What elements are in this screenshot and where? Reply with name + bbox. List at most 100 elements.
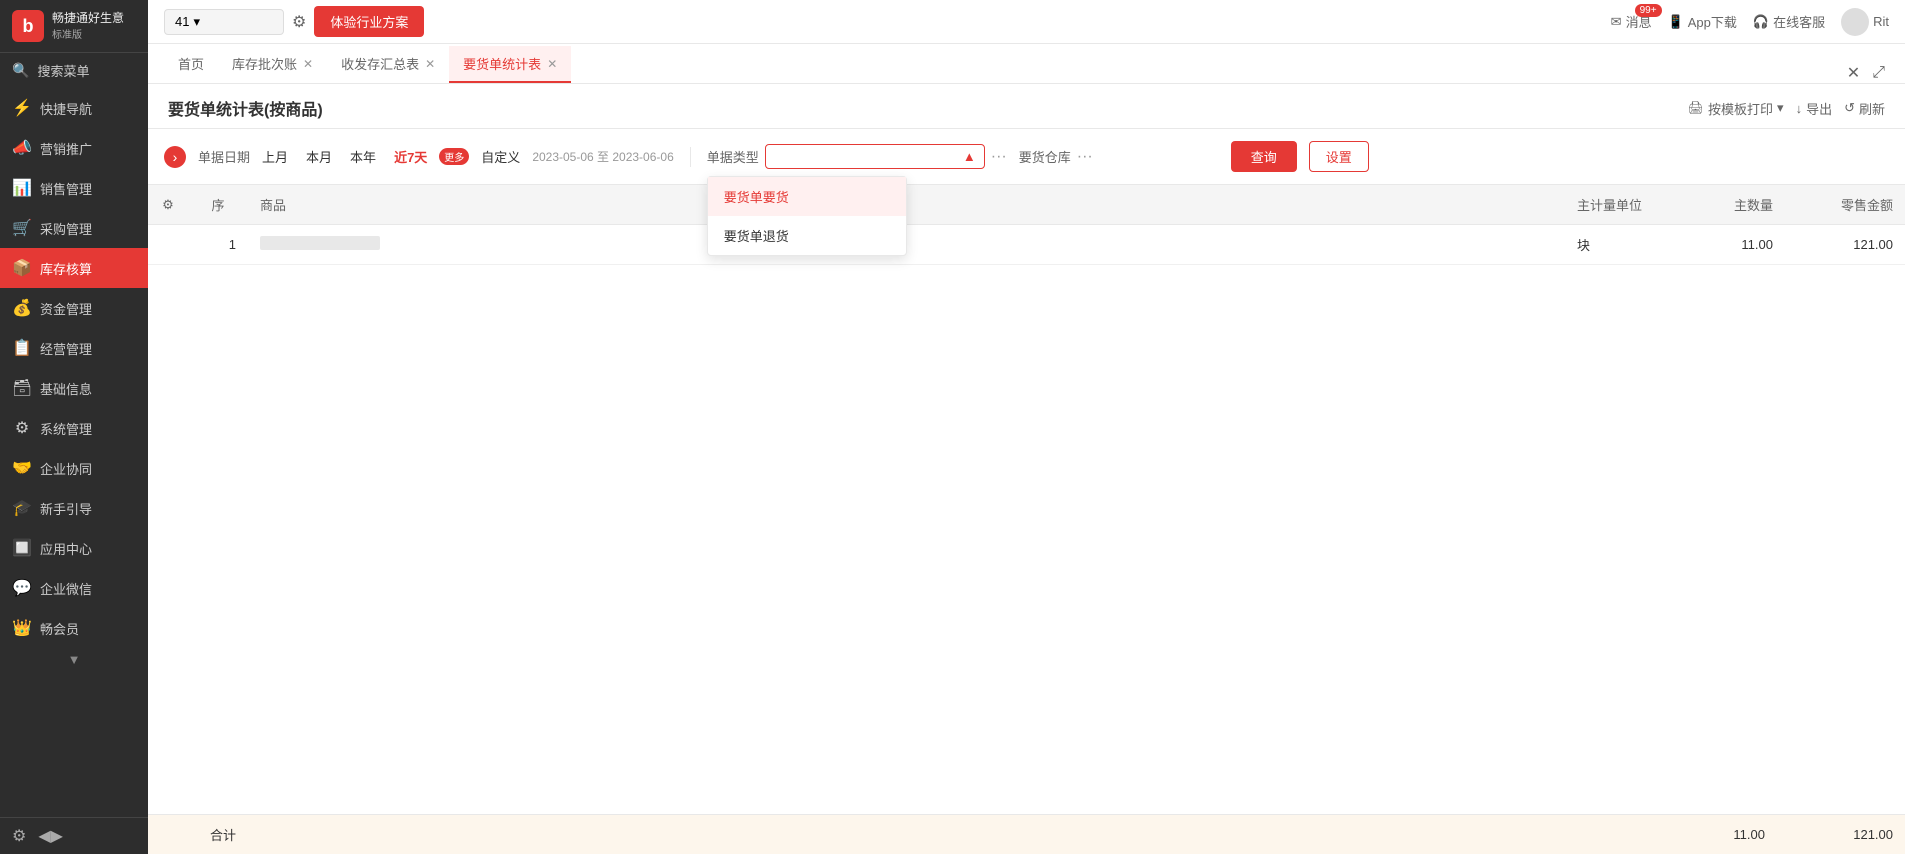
date-btn-custom[interactable]: 自定义 bbox=[475, 145, 526, 168]
print-btn[interactable]: 🖨 按模板打印 ▾ bbox=[1688, 99, 1784, 118]
sidebar-item-label: 基础信息 bbox=[40, 379, 92, 398]
sidebar-item-finance[interactable]: 💰 资金管理 bbox=[0, 288, 148, 328]
search-menu[interactable]: 🔍 搜索菜单 bbox=[0, 53, 148, 88]
search-menu-label: 搜索菜单 bbox=[37, 61, 89, 80]
footer-qty: 11.00 bbox=[1645, 827, 1765, 842]
sidebar-item-wechat[interactable]: 💬 企业微信 bbox=[0, 568, 148, 608]
tab-receive-summary[interactable]: 收发存汇总表 ✕ bbox=[327, 46, 449, 83]
data-table: ⚙ 序 商品 主计量单位 主数量 零售金额 1 bbox=[148, 185, 1905, 265]
export-label: 导出 bbox=[1806, 99, 1832, 118]
sidebar-item-label: 营销推广 bbox=[40, 139, 92, 158]
export-icon: ↓ bbox=[1796, 101, 1803, 116]
sidebar-item-member[interactable]: 👑 畅会员 bbox=[0, 608, 148, 648]
sidebar-logo: b 畅捷通好生意 标准版 bbox=[0, 0, 148, 53]
chevron-down-icon: ▾ bbox=[1777, 100, 1784, 116]
print-label: 按模板打印 bbox=[1708, 99, 1773, 118]
page-header: 要货单统计表(按商品) 🖨 按模板打印 ▾ ↓ 导出 ↺ 刷新 bbox=[148, 84, 1905, 129]
date-more-badge[interactable]: 更多 bbox=[439, 148, 469, 165]
basic-icon: 🗃 bbox=[12, 378, 32, 398]
header-settings-icon[interactable]: ⚙ bbox=[292, 12, 306, 32]
company-name: 41 bbox=[175, 14, 189, 29]
type-input-box[interactable]: ▲ bbox=[765, 144, 985, 169]
footer-amount: 121.00 bbox=[1773, 827, 1893, 842]
tab-receive-summary-close[interactable]: ✕ bbox=[425, 58, 435, 70]
sidebar-item-system[interactable]: ⚙ 系统管理 bbox=[0, 408, 148, 448]
table-settings-icon[interactable]: ⚙ bbox=[162, 197, 174, 212]
messages-item[interactable]: ✉ 消息 99+ bbox=[1611, 12, 1652, 31]
app-sub: 标准版 bbox=[52, 26, 124, 41]
sidebar-item-label: 资金管理 bbox=[40, 299, 92, 318]
table-footer: 合计 11.00 121.00 bbox=[148, 814, 1905, 854]
date-btn-this-year[interactable]: 本年 bbox=[344, 145, 382, 168]
sidebar-item-apps[interactable]: 🔲 应用中心 bbox=[0, 528, 148, 568]
export-btn[interactable]: ↓ 导出 bbox=[1796, 99, 1833, 118]
sidebar-item-purchase[interactable]: 🛒 采购管理 bbox=[0, 208, 148, 248]
app-download-item[interactable]: 📱 App下载 bbox=[1668, 12, 1737, 31]
query-button[interactable]: 查询 bbox=[1231, 141, 1297, 172]
sidebar-item-inventory[interactable]: 📦 库存核算 bbox=[0, 248, 148, 288]
main-area: 41 ▾ ⚙ 体验行业方案 ✉ 消息 99+ 📱 App下载 🎧 在线客服 R bbox=[148, 0, 1905, 854]
message-icon: ✉ bbox=[1611, 14, 1622, 30]
type-dropdown: 要货单要货 要货单退货 bbox=[707, 176, 907, 256]
sidebar-item-label: 经营管理 bbox=[40, 339, 92, 358]
company-selector[interactable]: 41 ▾ bbox=[164, 9, 284, 35]
wechat-icon: 💬 bbox=[12, 578, 32, 598]
tab-batch-account[interactable]: 库存批次账 ✕ bbox=[218, 46, 327, 83]
col-header-settings[interactable]: ⚙ bbox=[148, 185, 188, 225]
sidebar-item-enterprise[interactable]: 🤝 企业协同 bbox=[0, 448, 148, 488]
tab-home[interactable]: 首页 bbox=[164, 46, 218, 83]
table-row: 1 块 11.00 121.00 bbox=[148, 225, 1905, 265]
sidebar-item-basic[interactable]: 🗃 基础信息 bbox=[0, 368, 148, 408]
header-right: ✉ 消息 99+ 📱 App下载 🎧 在线客服 Rit bbox=[1611, 8, 1889, 36]
sidebar-item-guide[interactable]: 🎓 新手引导 bbox=[0, 488, 148, 528]
sidebar-item-quick-nav[interactable]: ⚡ 快捷导航 bbox=[0, 88, 148, 128]
sidebar-item-label: 快捷导航 bbox=[40, 99, 92, 118]
tab-close-all-btn[interactable]: ✕ bbox=[1843, 63, 1864, 83]
online-service-item[interactable]: 🎧 在线客服 bbox=[1753, 12, 1825, 31]
date-filter-group: 单据日期 上月 本月 本年 近7天 更多 自定义 2023-05-06 至 20… bbox=[198, 145, 674, 168]
date-btn-7days[interactable]: 近7天 bbox=[388, 145, 433, 168]
settings-button[interactable]: 设置 bbox=[1309, 141, 1369, 172]
row-amount-cell: 121.00 bbox=[1785, 225, 1905, 265]
date-btn-last-month[interactable]: 上月 bbox=[256, 145, 294, 168]
sidebar-scroll-down[interactable]: ▼ bbox=[0, 648, 148, 671]
user-name: Rit bbox=[1873, 14, 1889, 29]
sidebar-item-operations[interactable]: 📋 经营管理 bbox=[0, 328, 148, 368]
filter-expand-btn[interactable]: › bbox=[164, 146, 186, 168]
date-btn-this-month[interactable]: 本月 bbox=[300, 145, 338, 168]
page-title-row: 要货单统计表(按商品) 🖨 按模板打印 ▾ ↓ 导出 ↺ 刷新 bbox=[168, 96, 1885, 120]
tab-order-stats-close[interactable]: ✕ bbox=[547, 58, 557, 70]
messages-badge: 99+ bbox=[1635, 4, 1662, 17]
trial-button[interactable]: 体验行业方案 bbox=[314, 6, 424, 37]
sidebar-item-sales[interactable]: 📊 销售管理 bbox=[0, 168, 148, 208]
dropdown-item-order-goods[interactable]: 要货单要货 bbox=[708, 177, 906, 216]
top-header: 41 ▾ ⚙ 体验行业方案 ✉ 消息 99+ 📱 App下载 🎧 在线客服 R bbox=[148, 0, 1905, 44]
refresh-icon: ↺ bbox=[1844, 100, 1855, 116]
dropdown-item-order-return[interactable]: 要货单退货 bbox=[708, 216, 906, 255]
settings-icon[interactable]: ⚙ bbox=[12, 826, 26, 846]
date-filter-label: 单据日期 bbox=[198, 147, 250, 166]
member-icon: 👑 bbox=[12, 618, 32, 638]
warehouse-more-btn[interactable]: ··· bbox=[1077, 148, 1093, 166]
sidebar-item-label: 采购管理 bbox=[40, 219, 92, 238]
quick-nav-icon: ⚡ bbox=[12, 98, 32, 118]
type-more-btn[interactable]: ··· bbox=[991, 148, 1007, 166]
sidebar-item-marketing[interactable]: 📣 营销推广 bbox=[0, 128, 148, 168]
tab-batch-account-close[interactable]: ✕ bbox=[303, 58, 313, 70]
sidebar-bottom: ⚙ ◀▶ bbox=[0, 817, 148, 854]
sidebar-item-label: 企业微信 bbox=[40, 579, 92, 598]
app-name: 畅捷通好生意 bbox=[52, 11, 124, 27]
user-avatar-item[interactable]: Rit bbox=[1841, 8, 1889, 36]
print-icon: 🖨 bbox=[1688, 100, 1705, 116]
tab-order-stats[interactable]: 要货单统计表 ✕ bbox=[449, 46, 571, 83]
page-actions: 🖨 按模板打印 ▾ ↓ 导出 ↺ 刷新 bbox=[1688, 99, 1886, 118]
collapse-icon[interactable]: ◀▶ bbox=[38, 826, 63, 846]
sidebar: b 畅捷通好生意 标准版 🔍 搜索菜单 ⚡ 快捷导航 📣 营销推广 📊 销售管理… bbox=[0, 0, 148, 854]
sidebar-item-label: 企业协同 bbox=[40, 459, 92, 478]
refresh-btn[interactable]: ↺ 刷新 bbox=[1844, 99, 1885, 118]
purchase-icon: 🛒 bbox=[12, 218, 32, 238]
tab-expand-btn[interactable]: ⤢ bbox=[1868, 64, 1889, 82]
sidebar-item-label: 库存核算 bbox=[40, 259, 92, 278]
warehouse-filter-group: 要货仓库 ··· bbox=[1019, 147, 1219, 166]
tab-order-stats-label: 要货单统计表 bbox=[463, 54, 541, 73]
